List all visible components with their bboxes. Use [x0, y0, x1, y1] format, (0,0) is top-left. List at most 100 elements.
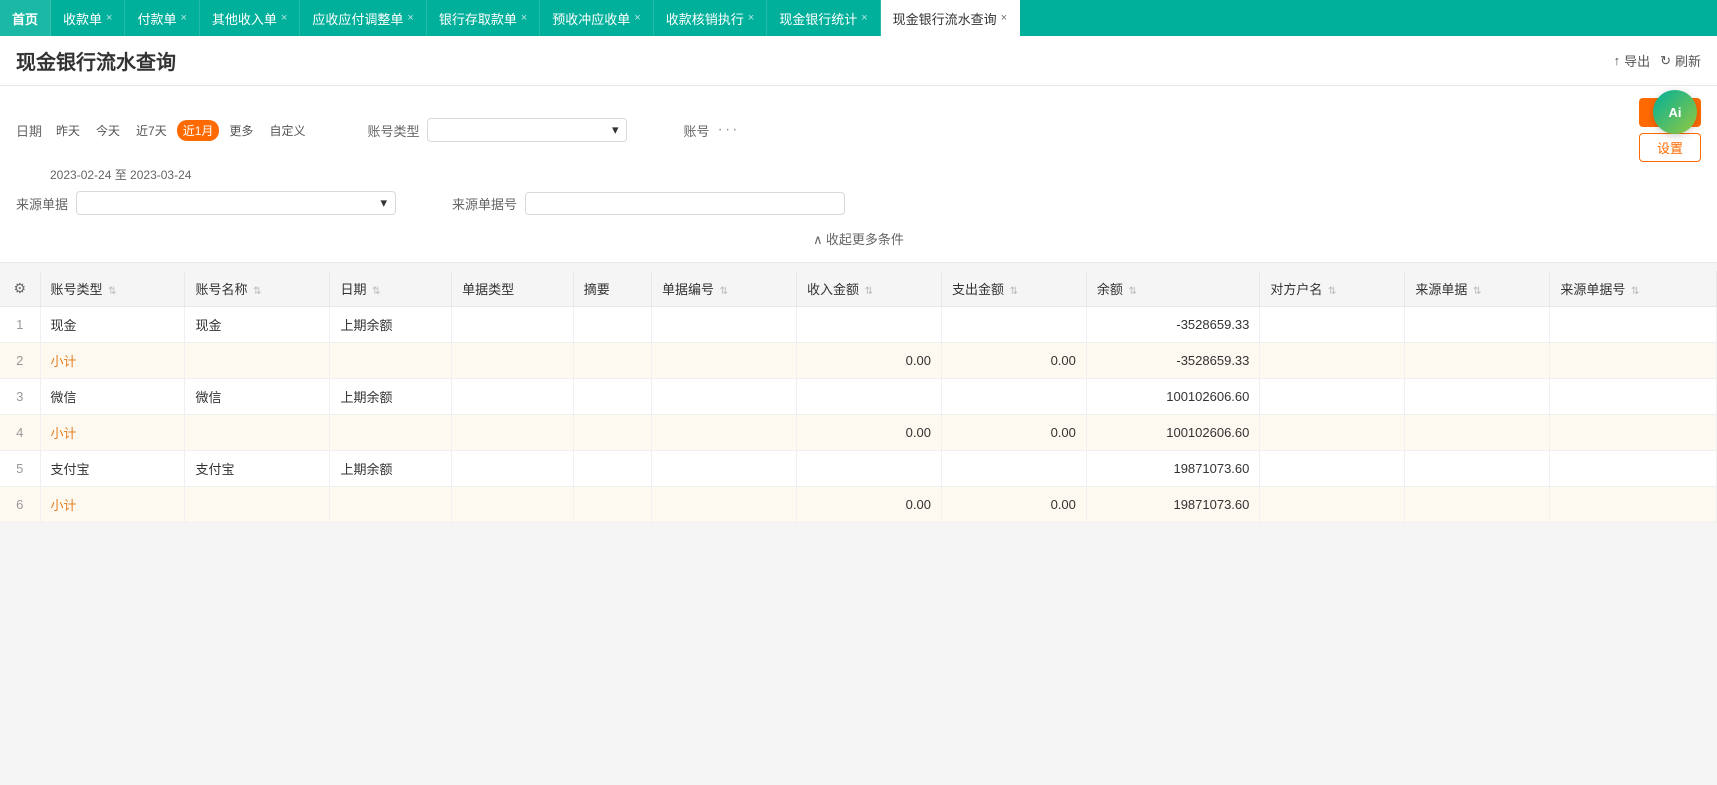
- nav-tab-collect-exec[interactable]: 收款核销执行 ×: [654, 0, 767, 36]
- col-account-name-sort[interactable]: ⇅: [253, 286, 261, 297]
- source-doc-num-input[interactable]: [525, 192, 845, 215]
- col-source-doc-num-label: 来源单据号: [1560, 282, 1625, 297]
- col-doc-number-sort[interactable]: ⇅: [720, 286, 728, 297]
- col-date-sort[interactable]: ⇅: [372, 286, 380, 297]
- table-row[interactable]: 1 现金 现金 上期余额 -3528659.33: [0, 307, 1717, 343]
- nav-tab-prepay-offset[interactable]: 预收冲应收单 ×: [540, 0, 653, 36]
- nav-tab-bank-deposit[interactable]: 银行存取款单 ×: [427, 0, 540, 36]
- payment-close-icon[interactable]: ×: [180, 12, 186, 24]
- date-range-display: 2023-02-24 至 2023-03-24: [50, 168, 191, 182]
- nav-tab-cash-flow[interactable]: 现金银行流水查询 ×: [881, 0, 1020, 36]
- cell-source-doc-num: [1550, 487, 1717, 523]
- cell-account-type: 小计: [40, 487, 185, 523]
- cash-stat-close-icon[interactable]: ×: [861, 12, 867, 24]
- receipt-close-icon[interactable]: ×: [106, 12, 112, 24]
- cell-balance: -3528659.33: [1086, 307, 1259, 343]
- account-dots[interactable]: ···: [717, 121, 739, 139]
- col-income-label: 收入金额: [807, 282, 859, 297]
- cell-expense: 0.00: [941, 343, 1086, 379]
- cell-index: 2: [0, 343, 40, 379]
- col-source-doc-num: 来源单据号 ⇅: [1550, 271, 1717, 307]
- source-doc-num-filter-group: 来源单据号: [452, 192, 845, 215]
- col-source-doc-sort[interactable]: ⇅: [1473, 286, 1481, 297]
- cell-source-doc: [1405, 487, 1550, 523]
- cell-source-doc: [1405, 343, 1550, 379]
- payment-tab-label: 付款单: [137, 9, 176, 28]
- ap-adjust-close-icon[interactable]: ×: [407, 12, 413, 24]
- table-row[interactable]: 4 小计 0.00 0.00 100102606.60: [0, 415, 1717, 451]
- cell-counterpart: [1260, 415, 1405, 451]
- cell-balance: -3528659.33: [1086, 343, 1259, 379]
- ai-assistant-button[interactable]: Ai: [1653, 90, 1697, 134]
- cell-income: [796, 379, 941, 415]
- cell-counterpart: [1260, 487, 1405, 523]
- settings-gear-icon[interactable]: ⚙: [13, 280, 26, 296]
- cash-flow-close-icon[interactable]: ×: [1001, 12, 1007, 24]
- cell-date: [330, 487, 452, 523]
- account-type-filter-group: 账号类型 ▾: [367, 118, 627, 142]
- ap-adjust-tab-label: 应收应付调整单: [312, 9, 403, 28]
- cell-index: 6: [0, 487, 40, 523]
- col-account-type-sort[interactable]: ⇅: [108, 286, 116, 297]
- cell-doc-type: [452, 487, 574, 523]
- cell-source-doc-num: [1550, 415, 1717, 451]
- cell-income: [796, 307, 941, 343]
- col-counterpart: 对方户名 ⇅: [1260, 271, 1405, 307]
- table-row[interactable]: 2 小计 0.00 0.00 -3528659.33: [0, 343, 1717, 379]
- cell-doc-type: [452, 343, 574, 379]
- date-btn-7days[interactable]: 近7天: [130, 120, 173, 141]
- cell-account-name: [185, 487, 330, 523]
- cell-source-doc: [1405, 379, 1550, 415]
- home-tab-label: 首页: [12, 9, 38, 28]
- cell-counterpart: [1260, 451, 1405, 487]
- date-btn-yesterday[interactable]: 昨天: [50, 120, 86, 141]
- date-btn-1month[interactable]: 近1月: [177, 120, 220, 141]
- col-expense: 支出金额 ⇅: [941, 271, 1086, 307]
- nav-tab-home[interactable]: 首页: [0, 0, 51, 36]
- col-date-label: 日期: [340, 282, 366, 297]
- settings-button[interactable]: 设置: [1639, 133, 1701, 162]
- export-button[interactable]: ↑ 导出: [1614, 51, 1651, 70]
- cell-account-type: 现金: [40, 307, 185, 343]
- date-btn-more[interactable]: 更多: [223, 120, 259, 141]
- date-btn-today[interactable]: 今天: [90, 120, 126, 141]
- col-counterpart-label: 对方户名: [1270, 282, 1322, 297]
- col-source-doc-num-sort[interactable]: ⇅: [1631, 286, 1639, 297]
- nav-tab-payment[interactable]: 付款单 ×: [125, 0, 199, 36]
- collapse-bar[interactable]: ∧ 收起更多条件: [16, 223, 1701, 250]
- cell-date: [330, 415, 452, 451]
- nav-tab-ap-adjust[interactable]: 应收应付调整单 ×: [300, 0, 426, 36]
- col-counterpart-sort[interactable]: ⇅: [1328, 286, 1336, 297]
- col-balance-label: 余额: [1097, 282, 1123, 297]
- table-row[interactable]: 5 支付宝 支付宝 上期余额 19871073.60: [0, 451, 1717, 487]
- col-balance-sort[interactable]: ⇅: [1129, 286, 1137, 297]
- cell-account-name: [185, 415, 330, 451]
- col-income: 收入金额 ⇅: [796, 271, 941, 307]
- nav-tab-cash-stat[interactable]: 现金银行统计 ×: [767, 0, 880, 36]
- source-doc-select[interactable]: ▾: [76, 191, 396, 215]
- table-row[interactable]: 6 小计 0.00 0.00 19871073.60: [0, 487, 1717, 523]
- col-doc-number-label: 单据编号: [662, 282, 714, 297]
- col-settings[interactable]: ⚙: [0, 271, 40, 307]
- cell-summary: [573, 343, 651, 379]
- cell-doc-number: [652, 307, 797, 343]
- col-income-sort[interactable]: ⇅: [865, 286, 873, 297]
- nav-tab-receipt[interactable]: 收款单 ×: [51, 0, 125, 36]
- bank-deposit-close-icon[interactable]: ×: [521, 12, 527, 24]
- col-expense-sort[interactable]: ⇅: [1010, 286, 1018, 297]
- account-type-select[interactable]: ▾: [427, 118, 627, 142]
- refresh-button[interactable]: ↻ 刷新: [1660, 51, 1701, 70]
- col-balance: 余额 ⇅: [1086, 271, 1259, 307]
- cell-source-doc-num: [1550, 343, 1717, 379]
- cell-source-doc: [1405, 451, 1550, 487]
- cell-source-doc-num: [1550, 307, 1717, 343]
- date-btn-custom[interactable]: 自定义: [263, 120, 311, 141]
- cell-balance: 100102606.60: [1086, 415, 1259, 451]
- col-source-doc: 来源单据 ⇅: [1405, 271, 1550, 307]
- cell-date: 上期余额: [330, 379, 452, 415]
- nav-tab-other-income[interactable]: 其他收入单 ×: [200, 0, 300, 36]
- other-income-close-icon[interactable]: ×: [281, 12, 287, 24]
- collect-exec-close-icon[interactable]: ×: [748, 12, 754, 24]
- table-row[interactable]: 3 微信 微信 上期余额 100102606.60: [0, 379, 1717, 415]
- prepay-offset-close-icon[interactable]: ×: [634, 12, 640, 24]
